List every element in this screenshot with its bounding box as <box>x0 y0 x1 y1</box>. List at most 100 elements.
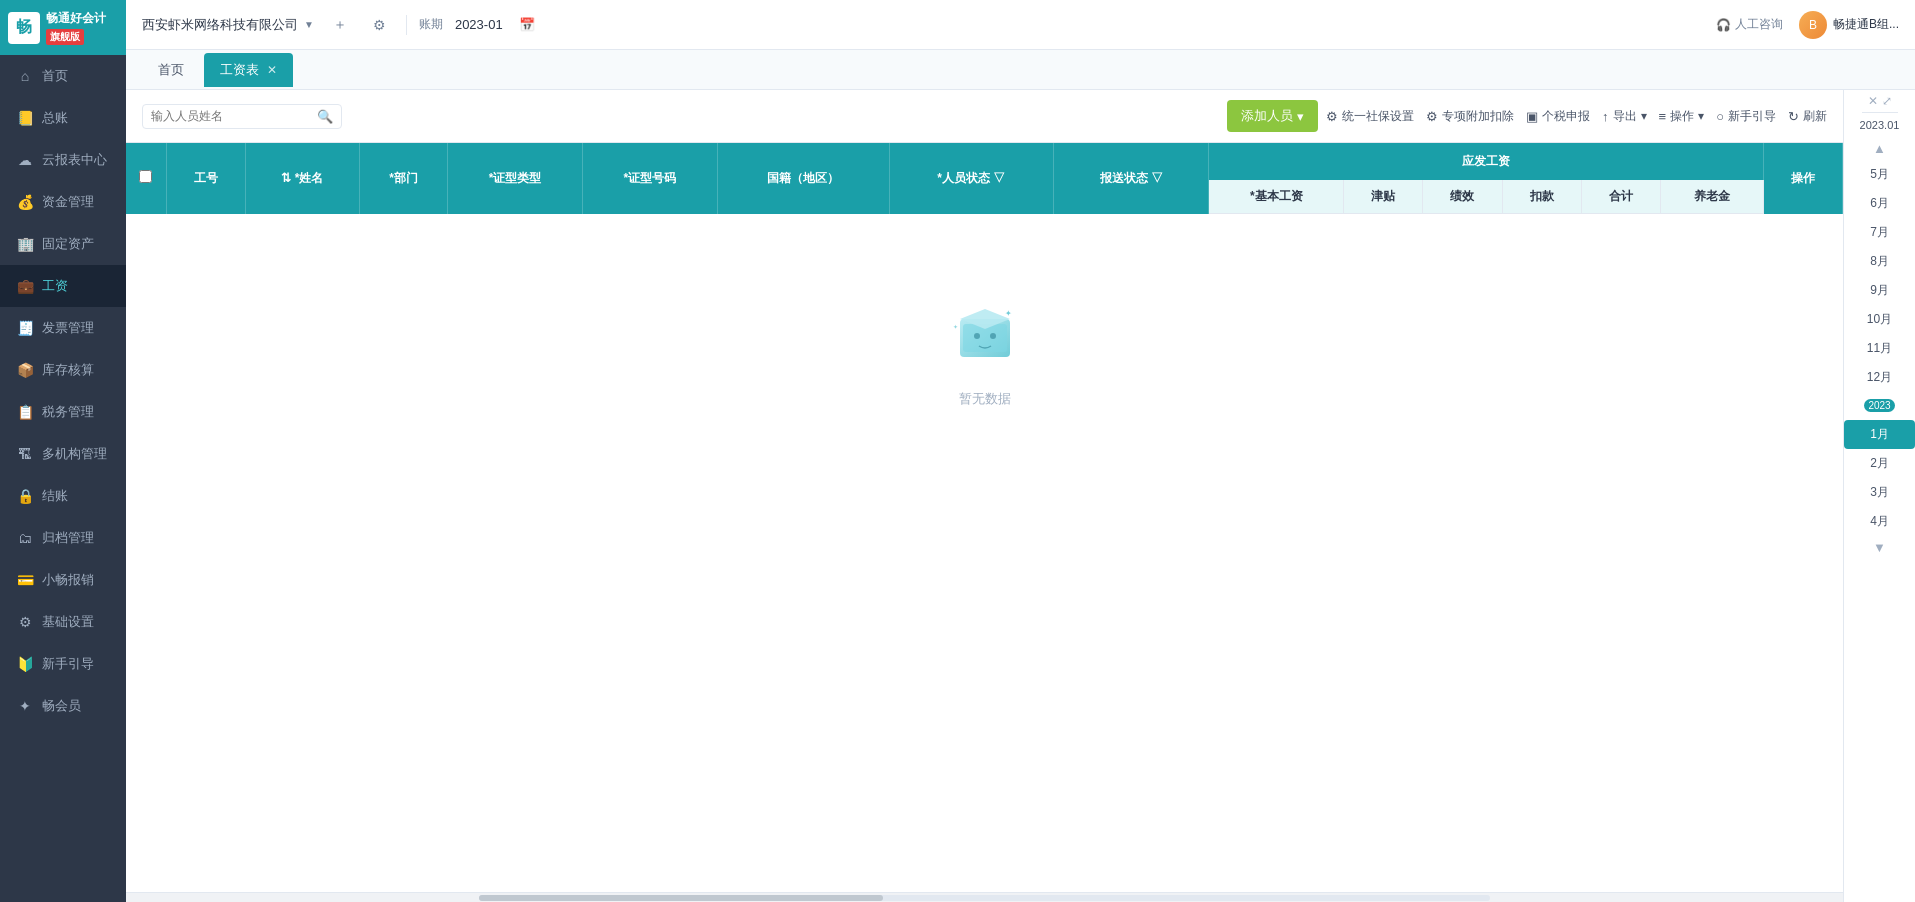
sidebar-item-close-period[interactable]: 🔒 结账 <box>0 475 126 517</box>
month-7[interactable]: 7月 <box>1844 218 1915 247</box>
close-period-icon: 🔒 <box>16 488 34 504</box>
th-base-salary: *基本工资 <box>1209 180 1344 214</box>
sidebar-item-expense-label: 小畅报销 <box>42 571 94 589</box>
sidebar-item-inventory[interactable]: 📦 库存核算 <box>0 349 126 391</box>
th-number: 工号 <box>166 143 245 214</box>
tab-home[interactable]: 首页 <box>142 53 200 87</box>
sidebar-item-invoice[interactable]: 🧾 发票管理 <box>0 307 126 349</box>
salary-icon: 💼 <box>16 278 34 294</box>
month-nav-down[interactable]: ▼ <box>1844 536 1915 559</box>
tab-salary[interactable]: 工资表 ✕ <box>204 53 293 87</box>
social-security-icon: ⚙ <box>1326 109 1338 124</box>
search-wrap: 🔍 <box>142 104 342 129</box>
th-checkbox[interactable] <box>126 143 166 214</box>
sidebar-item-settings[interactable]: ⚙ 基础设置 <box>0 601 126 643</box>
headset-icon: 🎧 <box>1716 18 1731 32</box>
th-total: 合计 <box>1581 180 1660 214</box>
sidebar-item-salary-label: 工资 <box>42 277 68 295</box>
operation-action[interactable]: ≡ 操作 ▾ <box>1659 108 1705 125</box>
month-5[interactable]: 5月 <box>1844 160 1915 189</box>
user-name: 畅捷通B组... <box>1833 16 1899 33</box>
sidebar-item-assets[interactable]: 🏢 固定资产 <box>0 223 126 265</box>
sidebar-item-tax[interactable]: 📋 税务管理 <box>0 391 126 433</box>
month-3[interactable]: 3月 <box>1844 478 1915 507</box>
th-nationality: 国籍（地区） <box>717 143 889 214</box>
logo-text: 畅通好会计 <box>46 10 106 27</box>
personal-tax-label: 个税申报 <box>1542 108 1590 125</box>
calendar-icon[interactable]: 📅 <box>519 17 535 32</box>
th-cert-type: *证型类型 <box>448 143 583 214</box>
sidebar-item-tax-label: 税务管理 <box>42 403 94 421</box>
help-label: 人工咨询 <box>1735 16 1783 33</box>
personal-tax-action[interactable]: ▣ 个税申报 <box>1526 108 1590 125</box>
month-9[interactable]: 9月 <box>1844 276 1915 305</box>
month-6[interactable]: 6月 <box>1844 189 1915 218</box>
sidebar-item-expense[interactable]: 💳 小畅报销 <box>0 559 126 601</box>
month-2[interactable]: 2月 <box>1844 449 1915 478</box>
tab-salary-label: 工资表 <box>220 61 259 79</box>
guide-icon: 🔰 <box>16 656 34 672</box>
company-selector[interactable]: 西安虾米网络科技有限公司 ▼ <box>142 16 314 34</box>
sidebar-item-settings-label: 基础设置 <box>42 613 94 631</box>
toolbar: 🔍 添加人员 ▾ ⚙ 统一社保设置 ⚙ 专项附加扣除 ▣ <box>126 90 1843 143</box>
th-dept: *部门 <box>359 143 447 214</box>
month-8[interactable]: 8月 <box>1844 247 1915 276</box>
guide-action[interactable]: ○ 新手引导 <box>1716 108 1776 125</box>
add-company-button[interactable]: ＋ <box>326 11 354 39</box>
sidebar-item-ledger-label: 总账 <box>42 109 68 127</box>
th-allowance: 津贴 <box>1344 180 1423 214</box>
sidebar-item-fund[interactable]: 💰 资金管理 <box>0 181 126 223</box>
archive-icon: 🗂 <box>16 530 34 546</box>
sidebar-item-guide[interactable]: 🔰 新手引导 <box>0 643 126 685</box>
sidebar-item-salary[interactable]: 💼 工资 <box>0 265 126 307</box>
social-security-action[interactable]: ⚙ 统一社保设置 <box>1326 108 1414 125</box>
refresh-icon: ↻ <box>1788 109 1799 124</box>
help-button[interactable]: 🎧 人工咨询 <box>1716 16 1783 33</box>
month-11[interactable]: 11月 <box>1844 334 1915 363</box>
sidebar-item-cloud-report[interactable]: ☁ 云报表中心 <box>0 139 126 181</box>
month-nav-up[interactable]: ▲ <box>1844 137 1915 160</box>
svg-text:✦: ✦ <box>1005 309 1012 318</box>
operation-label: 操作 <box>1670 108 1694 125</box>
sidebar-item-guide-label: 新手引导 <box>42 655 94 673</box>
member-icon: ✦ <box>16 698 34 714</box>
month-12[interactable]: 12月 <box>1844 363 1915 392</box>
search-input[interactable] <box>151 109 311 123</box>
refresh-action[interactable]: ↻ 刷新 <box>1788 108 1827 125</box>
empty-text: 暂无数据 <box>959 390 1011 408</box>
th-status[interactable]: *人员状态 ▽ <box>889 143 1053 214</box>
scrollbar-thumb[interactable] <box>479 895 883 901</box>
panel-expand-button[interactable]: ⤢ <box>1882 94 1892 108</box>
th-cert-no: *证型号码 <box>582 143 717 214</box>
tab-salary-close[interactable]: ✕ <box>267 63 277 77</box>
company-chevron-icon: ▼ <box>304 19 314 30</box>
month-4[interactable]: 4月 <box>1844 507 1915 536</box>
sidebar-item-home[interactable]: ⌂ 首页 <box>0 55 126 97</box>
sidebar-item-ledger[interactable]: 📒 总账 <box>0 97 126 139</box>
month-10[interactable]: 10月 <box>1844 305 1915 334</box>
period-label: 账期 <box>419 16 443 33</box>
sidebar-item-member[interactable]: ✦ 畅会员 <box>0 685 126 727</box>
status-filter-icon: ▽ <box>993 171 1005 185</box>
month-1-selected[interactable]: 1月 <box>1844 420 1915 449</box>
sidebar-item-multi-org[interactable]: 🏗 多机构管理 <box>0 433 126 475</box>
svg-text:✦: ✦ <box>953 324 958 330</box>
invoice-icon: 🧾 <box>16 320 34 336</box>
settings-button[interactable]: ⚙ <box>366 11 394 39</box>
th-operation: 操作 <box>1763 143 1842 214</box>
export-label: 导出 <box>1613 108 1637 125</box>
add-person-button[interactable]: 添加人员 ▾ <box>1227 100 1318 132</box>
special-deduction-action[interactable]: ⚙ 专项附加扣除 <box>1426 108 1514 125</box>
top-header: 西安虾米网络科技有限公司 ▼ ＋ ⚙ 账期 2023-01 📅 🎧 人工咨询 B… <box>126 0 1915 50</box>
user-menu[interactable]: B 畅捷通B组... <box>1799 11 1899 39</box>
select-all-checkbox[interactable] <box>139 170 152 183</box>
settings-icon: ⚙ <box>16 614 34 630</box>
empty-illustration: ✦ ✦ <box>945 294 1025 374</box>
sidebar-item-archive[interactable]: 🗂 归档管理 <box>0 517 126 559</box>
table-scrollbar[interactable] <box>126 892 1843 902</box>
th-report-status[interactable]: 报送状态 ▽ <box>1054 143 1209 214</box>
logo-text-block: 畅通好会计 旗舰版 <box>46 10 106 45</box>
export-dropdown-icon: ▾ <box>1641 109 1647 123</box>
panel-close-button[interactable]: ✕ <box>1868 94 1878 108</box>
export-action[interactable]: ↑ 导出 ▾ <box>1602 108 1647 125</box>
